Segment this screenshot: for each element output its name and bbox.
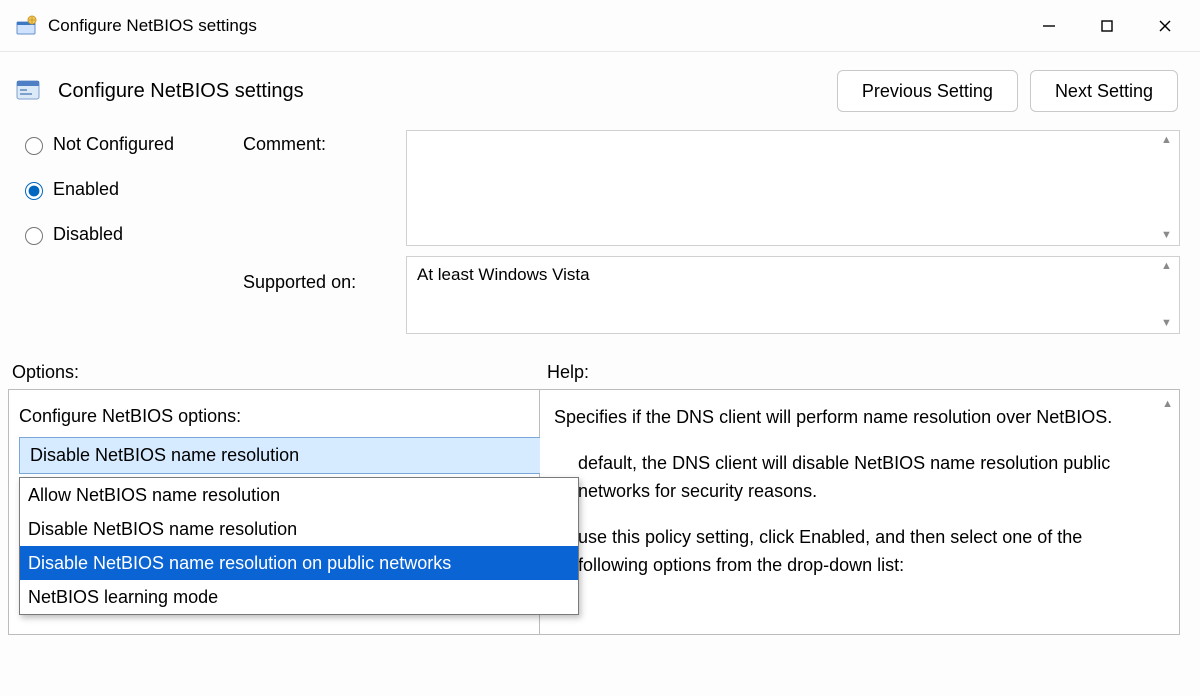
supported-on-value: At least Windows Vista bbox=[417, 265, 590, 284]
combo-option-highlighted[interactable]: Disable NetBIOS name resolution on publi… bbox=[20, 546, 578, 580]
radio-enabled-input[interactable] bbox=[25, 182, 43, 200]
next-setting-button[interactable]: Next Setting bbox=[1030, 70, 1178, 112]
radio-disabled-input[interactable] bbox=[25, 227, 43, 245]
radio-disabled[interactable]: Disabled bbox=[20, 224, 235, 245]
scroll-down-icon[interactable]: ▼ bbox=[1161, 230, 1175, 241]
section-labels: Options: Help: bbox=[0, 334, 1200, 389]
previous-setting-button[interactable]: Previous Setting bbox=[837, 70, 1018, 112]
radio-enabled[interactable]: Enabled bbox=[20, 179, 235, 200]
help-paragraph: default, the DNS client will disable Net… bbox=[554, 450, 1151, 506]
maximize-button[interactable] bbox=[1078, 6, 1136, 46]
supported-on-label: Supported on: bbox=[243, 268, 398, 334]
netbios-options-combo[interactable]: Disable NetBIOS name resolution Allow Ne… bbox=[19, 437, 529, 474]
header: Configure NetBIOS settings Previous Sett… bbox=[0, 52, 1200, 126]
options-section-label: Options: bbox=[12, 362, 547, 383]
scroll-up-icon[interactable]: ▲ bbox=[1161, 261, 1175, 272]
scroll-up-icon[interactable]: ▲ bbox=[1161, 135, 1175, 146]
combo-selected-value[interactable]: Disable NetBIOS name resolution bbox=[19, 437, 544, 474]
radio-not-configured-input[interactable] bbox=[25, 137, 43, 155]
radio-not-configured[interactable]: Not Configured bbox=[20, 134, 235, 155]
options-pane: Configure NetBIOS options: Disable NetBI… bbox=[8, 389, 540, 635]
combo-option[interactable]: Allow NetBIOS name resolution bbox=[20, 478, 578, 512]
help-paragraph: Specifies if the DNS client will perform… bbox=[554, 404, 1151, 432]
combo-option[interactable]: Disable NetBIOS name resolution bbox=[20, 512, 578, 546]
combo-dropdown-list: Allow NetBIOS name resolution Disable Ne… bbox=[19, 477, 579, 615]
state-radio-group: Not Configured Enabled Disabled bbox=[20, 130, 235, 334]
help-paragraph: use this policy setting, click Enabled, … bbox=[554, 524, 1151, 580]
scroll-down-icon[interactable]: ▼ bbox=[1161, 318, 1175, 329]
window-title: Configure NetBIOS settings bbox=[48, 16, 257, 36]
close-button[interactable] bbox=[1136, 6, 1194, 46]
comment-label: Comment: bbox=[243, 130, 398, 246]
comment-field[interactable]: ▲ ▼ bbox=[406, 130, 1180, 246]
radio-not-configured-label: Not Configured bbox=[53, 134, 174, 155]
radio-disabled-label: Disabled bbox=[53, 224, 123, 245]
help-pane[interactable]: ▲ Specifies if the DNS client will perfo… bbox=[540, 389, 1180, 635]
policy-icon bbox=[14, 76, 44, 106]
minimize-button[interactable] bbox=[1020, 6, 1078, 46]
page-heading: Configure NetBIOS settings bbox=[58, 80, 304, 103]
form-area: Not Configured Enabled Disabled Comment:… bbox=[0, 126, 1200, 334]
help-section-label: Help: bbox=[547, 362, 589, 383]
supported-on-field: At least Windows Vista ▲ ▼ bbox=[406, 256, 1180, 334]
combo-option[interactable]: NetBIOS learning mode bbox=[20, 580, 578, 614]
panes: Configure NetBIOS options: Disable NetBI… bbox=[0, 389, 1200, 635]
titlebar: Configure NetBIOS settings bbox=[0, 0, 1200, 52]
radio-enabled-label: Enabled bbox=[53, 179, 119, 200]
scroll-up-icon[interactable]: ▲ bbox=[1162, 396, 1173, 413]
combo-label: Configure NetBIOS options: bbox=[19, 406, 529, 427]
app-icon bbox=[16, 15, 38, 37]
